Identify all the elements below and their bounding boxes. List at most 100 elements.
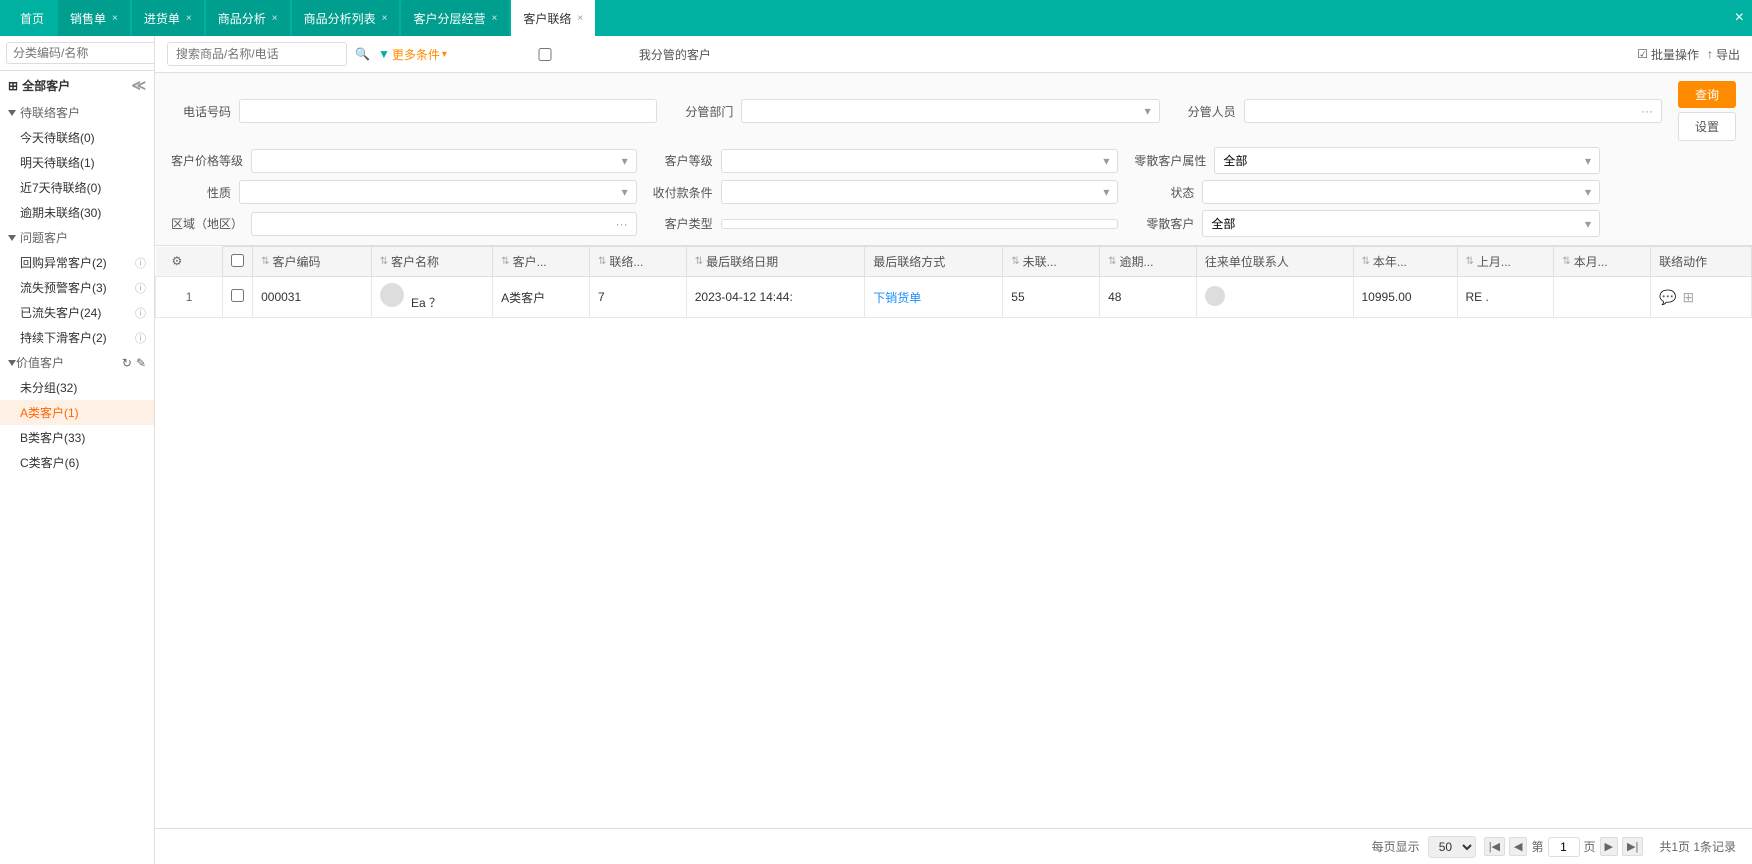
sales-tab-label: 销售单 (70, 10, 106, 27)
retail-attr-select[interactable]: 全部 ▾ (1214, 147, 1600, 174)
row-checkbox[interactable] (231, 289, 244, 302)
last-page-btn[interactable]: ▶| (1622, 837, 1643, 856)
batch-ops-btn[interactable]: ☑ 批量操作 (1637, 46, 1699, 63)
next-page-btn[interactable]: ▶ (1600, 837, 1618, 856)
select-all-checkbox[interactable] (231, 254, 244, 267)
close-product-analysis-tab[interactable]: × (272, 13, 278, 24)
main-search-icon[interactable]: 🔍 (355, 47, 370, 61)
customer-level-select[interactable]: ▾ (721, 149, 1119, 173)
area-select[interactable]: ··· (251, 212, 637, 236)
page-input[interactable] (1548, 837, 1580, 857)
th-name[interactable]: ⇅ 客户名称 (371, 247, 493, 277)
retail-attr-field: 零散客户属性 全部 ▾ (1134, 147, 1600, 174)
close-product-analysis-list-tab[interactable]: × (382, 13, 388, 24)
payment-select[interactable]: ▾ (721, 180, 1119, 204)
nav-tab-sales[interactable]: 销售单 × (58, 0, 130, 36)
action-icons: 💬 ⊞ (1659, 289, 1743, 306)
prev-page-btn[interactable]: ◀ (1509, 837, 1527, 856)
status-select[interactable]: ▾ (1202, 180, 1600, 204)
price-level-arrow: ▾ (622, 154, 628, 168)
sidebar-item-tomorrow[interactable]: 明天待联络(1) (0, 150, 154, 175)
nav-tab-customer-mgmt[interactable]: 客户分层经营 × (401, 0, 509, 36)
table-container: ⚙ ⇅ 客户编码 ⇅ (155, 246, 1752, 828)
th-type[interactable]: ⇅ 客户... (493, 247, 590, 277)
first-page-btn[interactable]: |◀ (1484, 837, 1505, 856)
problem-customers-section[interactable]: 问题客户 (0, 225, 154, 250)
price-level-select[interactable]: ▾ (251, 149, 637, 173)
th-contacts[interactable]: ⇅ 联络... (589, 247, 686, 277)
per-page-select[interactable]: 50 (1428, 836, 1476, 858)
close-sales-tab[interactable]: × (112, 13, 118, 24)
col-last-method-label: 最后联络方式 (873, 253, 945, 270)
all-customers-header[interactable]: ⊞ 全部客户 ≪ (0, 71, 154, 100)
main-search-input[interactable] (167, 42, 347, 66)
sidebar-item-repurchase[interactable]: 回购异常客户(2) ⓘ (0, 250, 154, 275)
sidebar-item-today[interactable]: 今天待联络(0) (0, 125, 154, 150)
row-overdue-value: 48 (1108, 290, 1121, 304)
retail-customer-select[interactable]: 全部 ▾ (1202, 210, 1600, 237)
customer-type-select[interactable] (721, 219, 1119, 229)
settings-button[interactable]: 设置 (1678, 112, 1736, 141)
my-customers-checkbox[interactable]: 我分管的客户 (455, 46, 711, 63)
nav-tab-product-analysis[interactable]: 商品分析 × (206, 0, 290, 36)
th-overdue[interactable]: ⇅ 逾期... (1100, 247, 1197, 277)
query-button[interactable]: 查询 (1678, 81, 1736, 108)
unclassified-label: 未分组(32) (20, 379, 77, 396)
table-settings-gear[interactable]: ⚙ (164, 248, 191, 274)
sidebar-item-7days[interactable]: 近7天待联络(0) (0, 175, 154, 200)
retail-customer-field: 零散客户 全部 ▾ (1134, 210, 1600, 237)
dept-select[interactable]: ▾ (741, 99, 1159, 123)
close-customer-contact-tab[interactable]: × (577, 13, 583, 24)
th-code[interactable]: ⇅ 客户编码 (253, 247, 372, 277)
filter-more-btn[interactable]: ▼ 更多条件 ▾ (378, 46, 447, 63)
export-btn[interactable]: ↑ 导出 (1707, 46, 1740, 63)
nav-tab-purchase[interactable]: 进货单 × (132, 0, 204, 36)
th-this-year[interactable]: ⇅ 本年... (1353, 247, 1457, 277)
th-last-month[interactable]: ⇅ 上月... (1457, 247, 1554, 277)
status-field: 状态 ▾ (1134, 180, 1600, 204)
sidebar-collapse-btn[interactable]: ≪ (131, 77, 146, 94)
col-code-label: 客户编码 (272, 253, 320, 270)
adv-filter-row-1: 电话号码 分管部门 ▾ 分管人员 ··· (171, 81, 1736, 141)
nav-home[interactable]: 首页 (8, 0, 56, 36)
row-action-phone-icon[interactable]: 💬 (1659, 289, 1676, 306)
nature-select[interactable]: ▾ (239, 180, 637, 204)
all-customers-header-left: ⊞ 全部客户 (8, 77, 70, 94)
sidebar-item-overdue[interactable]: 逾期未联络(30) (0, 200, 154, 225)
sidebar-search-area: 🔍 (0, 36, 154, 71)
sidebar-item-churn-warning[interactable]: 流失预警客户(3) ⓘ (0, 275, 154, 300)
row-last-method-link[interactable]: 下销货单 (873, 291, 921, 305)
pending-contact-section[interactable]: 待联络客户 (0, 100, 154, 125)
payment-field: 收付款条件 ▾ (653, 180, 1119, 204)
sidebar-item-churned[interactable]: 已流失客户(24) ⓘ (0, 300, 154, 325)
sidebar-search-input[interactable] (6, 42, 155, 64)
th-this-month[interactable]: ⇅ 本月... (1554, 247, 1651, 277)
th-last-date[interactable]: ⇅ 最后联络日期 (686, 247, 865, 277)
per-page-label: 每页显示 (1372, 838, 1420, 855)
sidebar-item-class-a[interactable]: A类客户(1) (0, 400, 154, 425)
th-last-method[interactable]: 最后联络方式 (865, 247, 1003, 277)
my-customers-check[interactable] (455, 48, 635, 61)
value-customers-section[interactable]: 价值客户 ↻ ✎ (0, 350, 154, 375)
row-action-more-icon[interactable]: ⊞ (1683, 289, 1695, 306)
row-last-month-value: RE . (1466, 290, 1489, 304)
nav-tab-product-analysis-list[interactable]: 商品分析列表 × (292, 0, 400, 36)
th-contact-person[interactable]: 往来单位联系人 (1196, 247, 1353, 277)
row-num: 1 (156, 277, 223, 318)
sidebar-item-class-c[interactable]: C类客户(6) (0, 450, 154, 475)
edit-icon[interactable]: ✎ (136, 356, 146, 370)
phone-input[interactable] (239, 99, 657, 123)
row-name-suffix: ？ (429, 296, 441, 310)
person-select[interactable]: ··· (1244, 99, 1662, 123)
sidebar-item-unclassified[interactable]: 未分组(32) (0, 375, 154, 400)
sidebar-item-class-b[interactable]: B类客户(33) (0, 425, 154, 450)
pending-contact-title: 待联络客户 (20, 104, 80, 121)
th-no-contact[interactable]: ⇅ 未联... (1003, 247, 1100, 277)
adv-filter-row-2: 客户价格等级 ▾ 客户等级 ▾ 零散客户属性 全部 (171, 147, 1736, 174)
sidebar-item-declining[interactable]: 持续下滑客户(2) ⓘ (0, 325, 154, 350)
close-customer-mgmt-tab[interactable]: × (491, 13, 497, 24)
refresh-icon[interactable]: ↻ (122, 356, 132, 370)
nav-tab-customer-contact[interactable]: 客户联络 × (511, 0, 595, 36)
close-all-tabs[interactable]: × (1735, 9, 1744, 27)
close-purchase-tab[interactable]: × (186, 13, 192, 24)
